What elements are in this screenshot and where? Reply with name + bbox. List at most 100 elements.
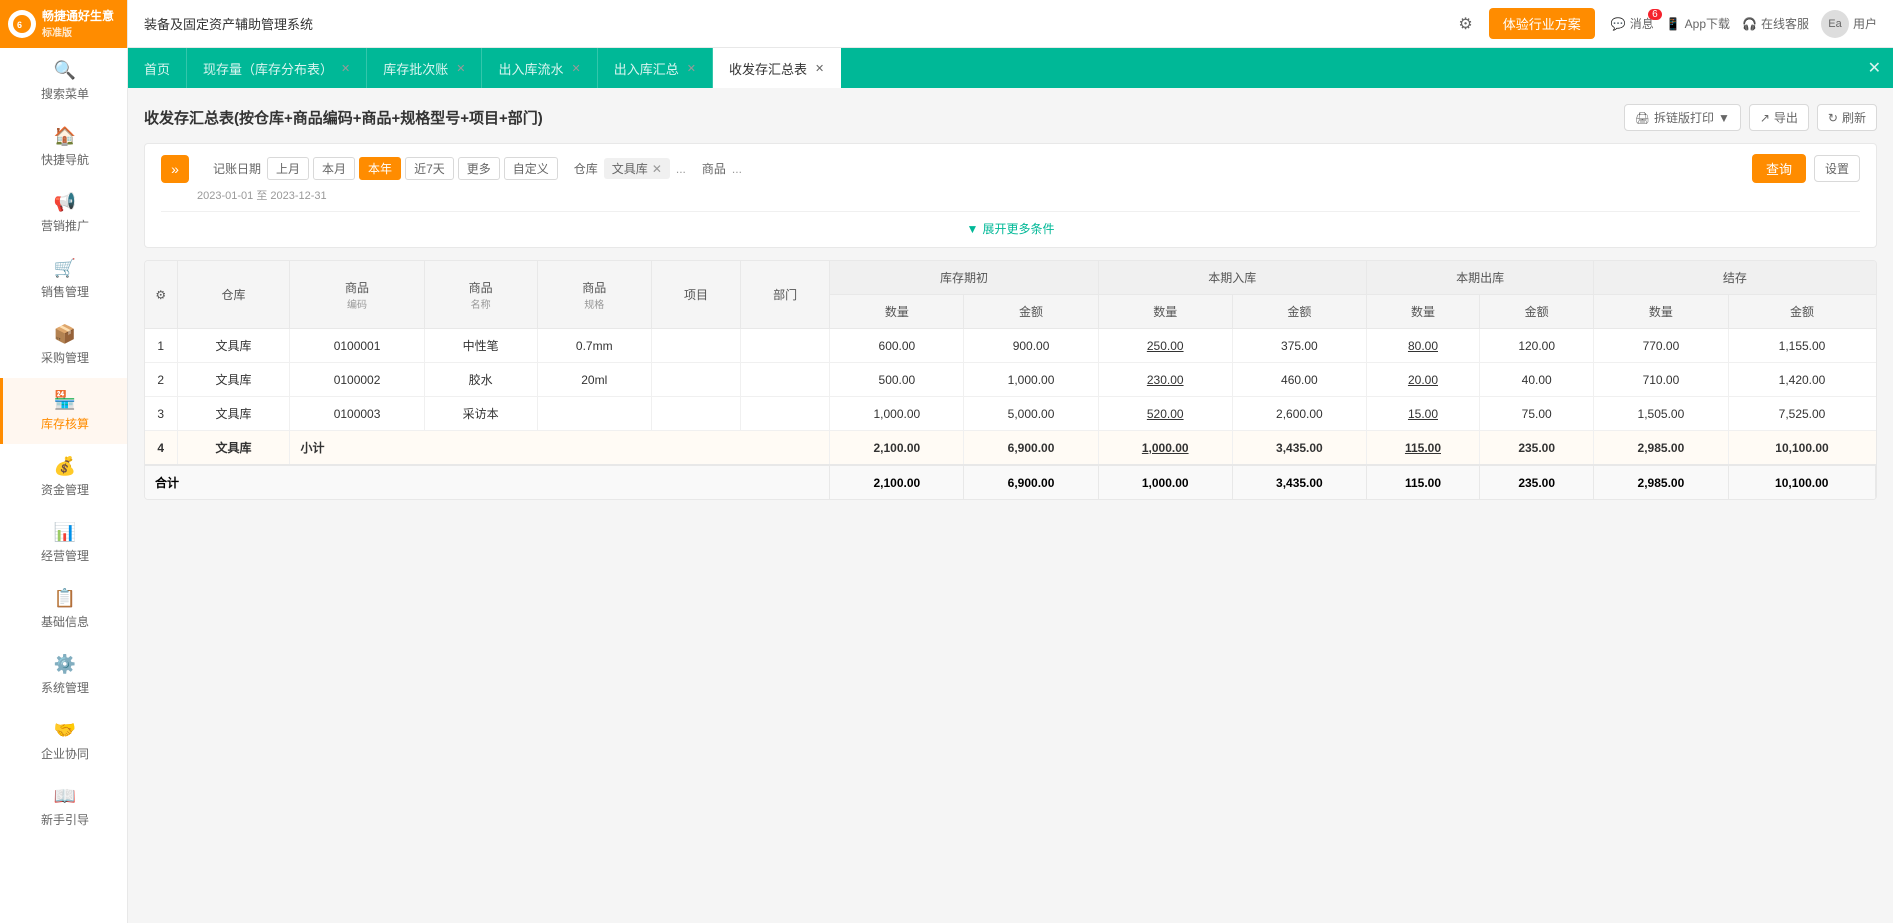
filter-collapse-btn[interactable]: » <box>161 155 189 183</box>
sidebar-item-marketing[interactable]: 📢 营销推广 <box>0 180 127 246</box>
sidebar-label-sales: 销售管理 <box>41 283 89 300</box>
system-title: 装备及固定资产辅助管理系统 <box>144 14 1442 33</box>
expand-filters-btn[interactable]: ▼ 展开更多条件 <box>161 211 1860 237</box>
filter-bar: » 记账日期 上月 本月 本年 近7天 更多 自定义 仓库 文具库 <box>144 143 1877 248</box>
tab-receive-send[interactable]: 收发存汇总表 ✕ <box>713 48 841 88</box>
product-more[interactable]: ... <box>732 162 742 176</box>
row3-name: 采访本 <box>424 397 537 431</box>
th-settings[interactable]: ⚙ <box>145 261 177 329</box>
tab-home[interactable]: 首页 <box>128 48 187 88</box>
sidebar-item-system[interactable]: ⚙️ 系统管理 <box>0 642 127 708</box>
row2-in-amt: 460.00 <box>1232 363 1366 397</box>
page-header: 收发存汇总表(按仓库+商品编码+商品+规格型号+项目+部门) 🖨 拆链版打印 ▼… <box>144 104 1877 131</box>
message-icon: 💬 <box>1611 17 1626 31</box>
clipboard-icon: 📋 <box>54 588 76 609</box>
total-in-amt: 3,435.00 <box>1232 465 1366 499</box>
table-row: 1 文具库 0100001 中性笔 0.7mm 600.00 900.00 25… <box>145 329 1876 363</box>
row3-in-qty[interactable]: 520.00 <box>1098 397 1232 431</box>
page-title: 收发存汇总表(按仓库+商品编码+商品+规格型号+项目+部门) <box>144 107 543 128</box>
row1-in-amt: 375.00 <box>1232 329 1366 363</box>
sidebar-label-system: 系统管理 <box>41 679 89 696</box>
sidebar-label-enterprise: 企业协同 <box>41 745 89 762</box>
table-subtotal-row: 4 文具库 小计 2,100.00 6,900.00 1,000.00 3,43… <box>145 431 1876 466</box>
subtotal-out-qty[interactable]: 115.00 <box>1366 431 1479 466</box>
tab-batch-ledger[interactable]: 库存批次账 ✕ <box>367 48 482 88</box>
total-in-qty: 1,000.00 <box>1098 465 1232 499</box>
date-btn-more[interactable]: 更多 <box>458 157 500 180</box>
close-icon[interactable]: ✕ <box>572 62 581 75</box>
message-icon-item[interactable]: 💬 消息 6 <box>1611 15 1654 32</box>
table-total-row: 合计 2,100.00 6,900.00 1,000.00 3,435.00 1… <box>145 465 1876 499</box>
close-icon[interactable]: ✕ <box>687 62 696 75</box>
print-button[interactable]: 🖨 拆链版打印 ▼ <box>1624 104 1741 131</box>
row3-out-qty[interactable]: 15.00 <box>1366 397 1479 431</box>
export-label: 导出 <box>1774 109 1798 126</box>
th-dept: 部门 <box>741 261 830 329</box>
th-closing-qty: 数量 <box>1594 295 1728 329</box>
book-icon: 📖 <box>54 786 76 807</box>
gear-settings-icon[interactable]: ⚙ <box>1458 14 1472 34</box>
close-icon[interactable]: ✕ <box>815 62 824 75</box>
close-all-tabs[interactable]: ✕ <box>1856 58 1893 78</box>
row1-code: 0100001 <box>290 329 424 363</box>
product-filter: 商品 ... <box>702 160 742 177</box>
row2-in-qty[interactable]: 230.00 <box>1098 363 1232 397</box>
sidebar-item-inventory[interactable]: 🏪 库存核算 <box>0 378 127 444</box>
warehouse-more[interactable]: ... <box>676 162 686 176</box>
row3-out-amt: 75.00 <box>1480 397 1594 431</box>
warehouse-tag-remove[interactable]: ✕ <box>652 162 662 176</box>
user-item[interactable]: Ea 用户 <box>1821 10 1877 38</box>
avatar-text: Ea <box>1828 18 1841 30</box>
tab-in-out-summary[interactable]: 出入库汇总 ✕ <box>598 48 713 88</box>
sidebar-item-purchase[interactable]: 📦 采购管理 <box>0 312 127 378</box>
total-opening-amt: 6,900.00 <box>964 465 1098 499</box>
date-btn-this-year[interactable]: 本年 <box>359 157 401 180</box>
date-btn-custom[interactable]: 自定义 <box>504 157 558 180</box>
sidebar-item-enterprise[interactable]: 🤝 企业协同 <box>0 708 127 774</box>
row2-name: 胶水 <box>424 363 537 397</box>
row1-out-amt: 120.00 <box>1480 329 1594 363</box>
sidebar-label-basic: 基础信息 <box>41 613 89 630</box>
total-opening-qty: 2,100.00 <box>830 465 964 499</box>
sidebar-item-quick-nav[interactable]: 🏠 快捷导航 <box>0 114 127 180</box>
export-button[interactable]: ↗ 导出 <box>1749 104 1809 131</box>
date-range-display: 2023-01-01 至 2023-12-31 <box>197 190 327 202</box>
th-in-qty: 数量 <box>1098 295 1232 329</box>
money-icon: 💰 <box>54 456 76 477</box>
msg-badge: 6 <box>1648 9 1662 20</box>
sidebar-item-guide[interactable]: 📖 新手引导 <box>0 774 127 840</box>
query-button[interactable]: 查询 <box>1752 154 1806 183</box>
row2-no: 2 <box>145 363 177 397</box>
close-icon[interactable]: ✕ <box>341 62 350 75</box>
tab-inventory-dist[interactable]: 现存量（库存分布表） ✕ <box>187 48 367 88</box>
row1-in-qty[interactable]: 250.00 <box>1098 329 1232 363</box>
subtotal-in-qty[interactable]: 1,000.00 <box>1098 431 1232 466</box>
row1-out-qty[interactable]: 80.00 <box>1366 329 1479 363</box>
chevron-down-icon: ▼ <box>967 222 979 236</box>
sidebar-item-basic[interactable]: 📋 基础信息 <box>0 576 127 642</box>
settings-button[interactable]: 设置 <box>1814 155 1860 182</box>
date-btn-last-month[interactable]: 上月 <box>267 157 309 180</box>
sidebar-item-operations[interactable]: 📊 经营管理 <box>0 510 127 576</box>
sidebar-item-sales[interactable]: 🛒 销售管理 <box>0 246 127 312</box>
trial-button[interactable]: 体验行业方案 <box>1489 8 1595 39</box>
date-btn-this-month[interactable]: 本月 <box>313 157 355 180</box>
tab-in-out-flow[interactable]: 出入库流水 ✕ <box>482 48 597 88</box>
close-icon[interactable]: ✕ <box>456 62 465 75</box>
th-product-spec: 商品规格 <box>537 261 651 329</box>
expand-label: 展开更多条件 <box>982 220 1054 237</box>
row2-out-qty[interactable]: 20.00 <box>1366 363 1479 397</box>
sidebar-item-search[interactable]: 🔍 搜索菜单 <box>0 48 127 114</box>
logo-icon: 6 <box>8 10 36 38</box>
th-out-amt: 金额 <box>1480 295 1594 329</box>
row1-project <box>651 329 740 363</box>
row1-closing-amt: 1,155.00 <box>1728 329 1876 363</box>
sidebar-label-finance: 资金管理 <box>41 481 89 498</box>
th-opening-amt: 金额 <box>964 295 1098 329</box>
app-download-item[interactable]: 📱 App下载 <box>1666 15 1730 32</box>
date-btn-7days[interactable]: 近7天 <box>405 157 454 180</box>
sidebar-item-finance[interactable]: 💰 资金管理 <box>0 444 127 510</box>
th-in-group: 本期入库 <box>1098 261 1366 295</box>
refresh-button[interactable]: ↻ 刷新 <box>1817 104 1877 131</box>
online-service-item[interactable]: 🎧 在线客服 <box>1742 15 1809 32</box>
